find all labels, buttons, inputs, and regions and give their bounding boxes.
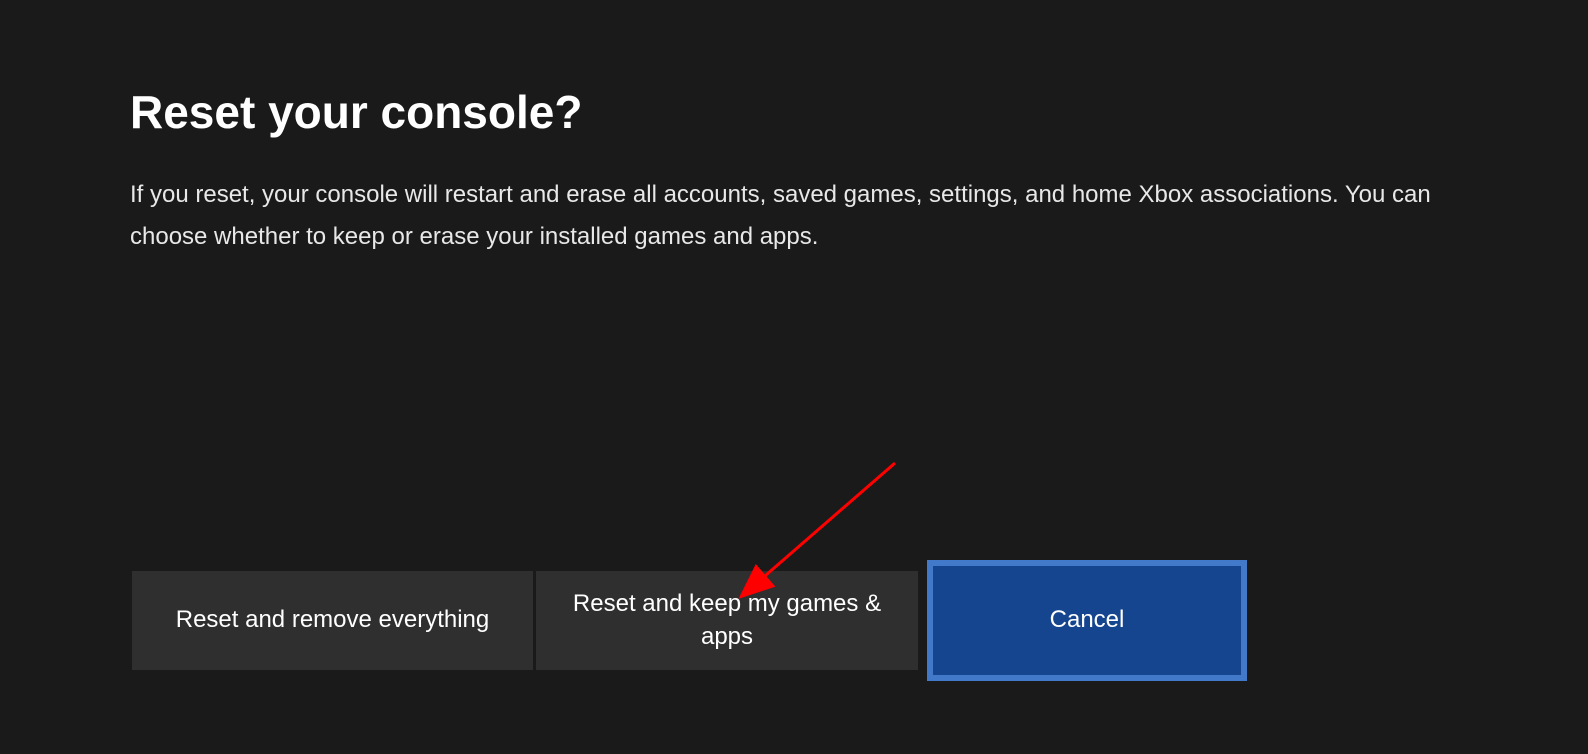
reset-keep-games-button[interactable]: Reset and keep my games & apps [536,571,918,670]
reset-remove-everything-button[interactable]: Reset and remove everything [132,571,533,670]
button-label: Reset and remove everything [176,604,490,636]
cancel-button[interactable]: Cancel [927,560,1247,681]
button-label: Reset and keep my games & apps [556,588,898,653]
dialog-title: Reset your console? [130,85,1458,139]
dialog-description: If you reset, your console will restart … [130,174,1440,258]
button-row: Reset and remove everything Reset and ke… [132,571,1247,692]
button-label: Cancel [953,566,1221,675]
dialog-container: Reset your console? If you reset, your c… [0,0,1588,258]
